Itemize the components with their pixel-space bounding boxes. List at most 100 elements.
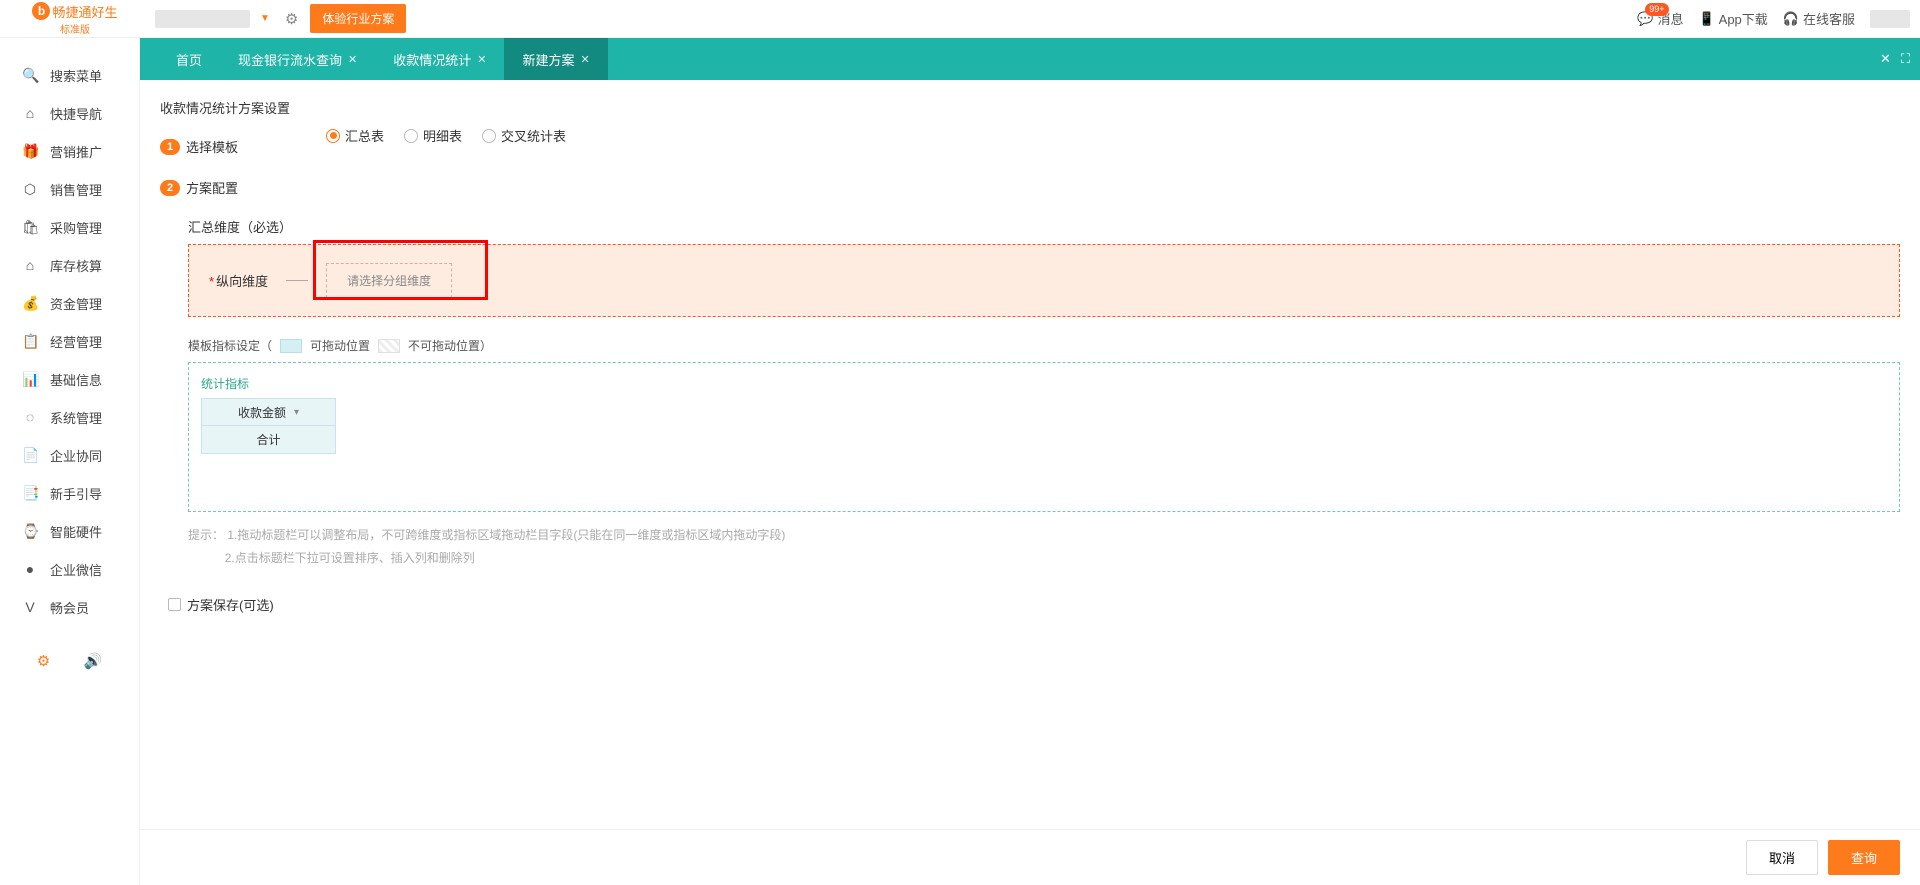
vertical-dimension-label: *纵向维度 [209, 271, 268, 290]
logo-icon: b [32, 2, 50, 20]
indicator-nodrag-label: 不可拖动位置） [408, 337, 492, 354]
sidebar-item-6[interactable]: 💰资金管理 [0, 284, 139, 322]
sidebar-icon: 💰 [22, 295, 38, 312]
headset-icon: 🎧 [1783, 11, 1799, 27]
step-1: 1 选择模板 汇总表明细表交叉统计表 [160, 137, 1900, 156]
messages-button[interactable]: 💬 消息 99+ [1637, 9, 1683, 28]
sidebar-item-0[interactable]: 🔍搜索菜单 [0, 56, 139, 94]
step-2-label: 方案配置 [186, 178, 238, 197]
sidebar-icon: 🛍 [22, 219, 38, 236]
draggable-swatch [280, 339, 302, 353]
tip-2: 2.点击标题栏下拉可设置排序、插入列和删除列 [225, 551, 475, 565]
stat-cell-0[interactable]: 收款金额▾ [201, 398, 336, 426]
sidebar-bot-icon1[interactable]: ⚙ [37, 652, 50, 670]
top-right-actions: 💬 消息 99+ 📱 App下载 🎧 在线客服 [1637, 9, 1910, 28]
template-radio-2[interactable]: 交叉统计表 [482, 126, 566, 145]
sidebar-icon: ⌂ [22, 105, 38, 121]
sidebar-icon: ⌂ [22, 257, 38, 273]
tabs-controls: ✕ ⛶ [1880, 51, 1920, 67]
trial-button[interactable]: 体验行业方案 [310, 4, 406, 33]
phone-icon: 📱 [1698, 11, 1714, 27]
sidebar-bot-icon2[interactable]: 🔊 [84, 652, 103, 670]
sidebar-icon: ⌚ [22, 523, 38, 540]
radio-icon [404, 129, 418, 143]
connector-line [286, 280, 308, 281]
template-radio-1[interactable]: 明细表 [404, 126, 462, 145]
tab-label: 收款情况统计 [393, 50, 471, 69]
tab-close-icon[interactable]: ✕ [581, 53, 590, 66]
nodrag-swatch [378, 339, 400, 353]
sidebar-label: 采购管理 [50, 218, 102, 237]
sidebar-label: 经营管理 [50, 332, 102, 351]
tab-label: 新建方案 [522, 50, 574, 69]
logo-text: 畅捷通好生 [52, 2, 117, 21]
radio-label: 汇总表 [345, 126, 384, 145]
sidebar-item-12[interactable]: ⌚智能硬件 [0, 512, 139, 550]
save-option[interactable]: 方案保存(可选) [168, 595, 1900, 614]
sidebar-item-4[interactable]: 🛍 采购管理 [0, 208, 139, 246]
sidebar-item-7[interactable]: 📋经营管理 [0, 322, 139, 360]
sidebar-icon: 📊 [22, 371, 38, 388]
indicator-box: 统计指标 收款金额▾ 合计 [188, 362, 1900, 512]
dimension-section: *纵向维度 请选择分组维度 [188, 244, 1900, 317]
template-radios: 汇总表 明细表 交叉统计表 [244, 126, 566, 145]
sidebar-label: 库存核算 [50, 256, 102, 275]
tips-label: 提示： [188, 528, 224, 542]
stat-label: 合计 [256, 431, 280, 448]
radio-icon [326, 129, 340, 143]
app-download-button[interactable]: 📱 App下载 [1698, 9, 1767, 28]
dimension-dropzone[interactable]: 请选择分组维度 [326, 263, 452, 298]
sidebar-item-2[interactable]: 🎁营销推广 [0, 132, 139, 170]
messages-badge: 99+ [1645, 3, 1668, 16]
close-tab-icon[interactable]: ✕ [1880, 51, 1891, 67]
indicator-drag-label: 可拖动位置 [310, 337, 370, 354]
sidebar-label: 企业微信 [50, 560, 102, 579]
save-label: 方案保存(可选) [187, 595, 274, 614]
sidebar-item-13[interactable]: ●企业微信 [0, 550, 139, 588]
fullscreen-icon[interactable]: ⛶ [1901, 51, 1910, 67]
radio-icon [482, 129, 496, 143]
sidebar-item-11[interactable]: 📑新手引导 [0, 474, 139, 512]
tab-1[interactable]: 现金银行流水查询 ✕ [220, 38, 375, 80]
sidebar-icon: 🎁 [22, 143, 38, 160]
tab-0[interactable]: 首页 [158, 38, 220, 80]
tab-3[interactable]: 新建方案 ✕ [504, 38, 607, 80]
sidebar-item-5[interactable]: ⌂ 库存核算 [0, 246, 139, 284]
tab-2[interactable]: 收款情况统计 ✕ [375, 38, 504, 80]
company-name[interactable] [155, 10, 250, 28]
tabs-bar: 首页现金银行流水查询 ✕ 收款情况统计 ✕ 新建方案 ✕ ✕ ⛶ [140, 38, 1920, 80]
customer-service-button[interactable]: 🎧 在线客服 [1783, 9, 1855, 28]
sidebar-icon: 📄 [22, 447, 38, 464]
stat-table: 收款金额▾ 合计 [201, 398, 336, 454]
indicator-header: 模板指标设定（ 可拖动位置 不可拖动位置） [188, 337, 1900, 354]
tab-close-icon[interactable]: ✕ [477, 53, 486, 66]
sidebar-item-3[interactable]: ⬡销售管理 [0, 170, 139, 208]
tab-label: 现金银行流水查询 [238, 50, 342, 69]
sidebar-item-9[interactable]: ◌系统管理 [0, 398, 139, 436]
confirm-button[interactable]: 查询 [1828, 840, 1900, 875]
sidebar-label: 系统管理 [50, 408, 102, 427]
main-area: 首页现金银行流水查询✕收款情况统计✕新建方案✕ ✕ ⛶ 收款情况统计方案设置 1… [140, 38, 1920, 885]
stat-header: 统计指标 [201, 375, 1887, 392]
sidebar-label: 新手引导 [50, 484, 102, 503]
logo-subtitle: 标准版 [60, 21, 90, 36]
step-2: 2 方案配置 [160, 178, 1900, 197]
logo[interactable]: b 畅捷通好生 标准版 [10, 2, 140, 36]
company-dropdown-icon[interactable]: ▼ [260, 13, 270, 24]
sidebar-item-14[interactable]: V畅会员 [0, 588, 139, 626]
footer: 取消 查询 [140, 829, 1920, 885]
save-checkbox[interactable] [168, 598, 181, 611]
app-download-label: App下载 [1719, 9, 1768, 28]
stat-cell-1[interactable]: 合计 [201, 426, 336, 454]
tip-1: 1.拖动标题栏可以调整布局，不可跨维度或指标区域拖动栏目字段(只能在同一维度或指… [227, 528, 785, 542]
settings-icon[interactable]: ⚙ [285, 10, 298, 28]
sidebar-item-8[interactable]: 📊基础信息 [0, 360, 139, 398]
step-1-num: 1 [160, 139, 180, 155]
template-radio-0[interactable]: 汇总表 [326, 126, 384, 145]
sidebar-item-1[interactable]: ⌂快捷导航 [0, 94, 139, 132]
cancel-button[interactable]: 取消 [1746, 840, 1818, 875]
tab-close-icon[interactable]: ✕ [348, 53, 357, 66]
sidebar-label: 企业协同 [50, 446, 102, 465]
sidebar-item-10[interactable]: 📄 企业协同 [0, 436, 139, 474]
user-avatar[interactable] [1870, 10, 1910, 28]
